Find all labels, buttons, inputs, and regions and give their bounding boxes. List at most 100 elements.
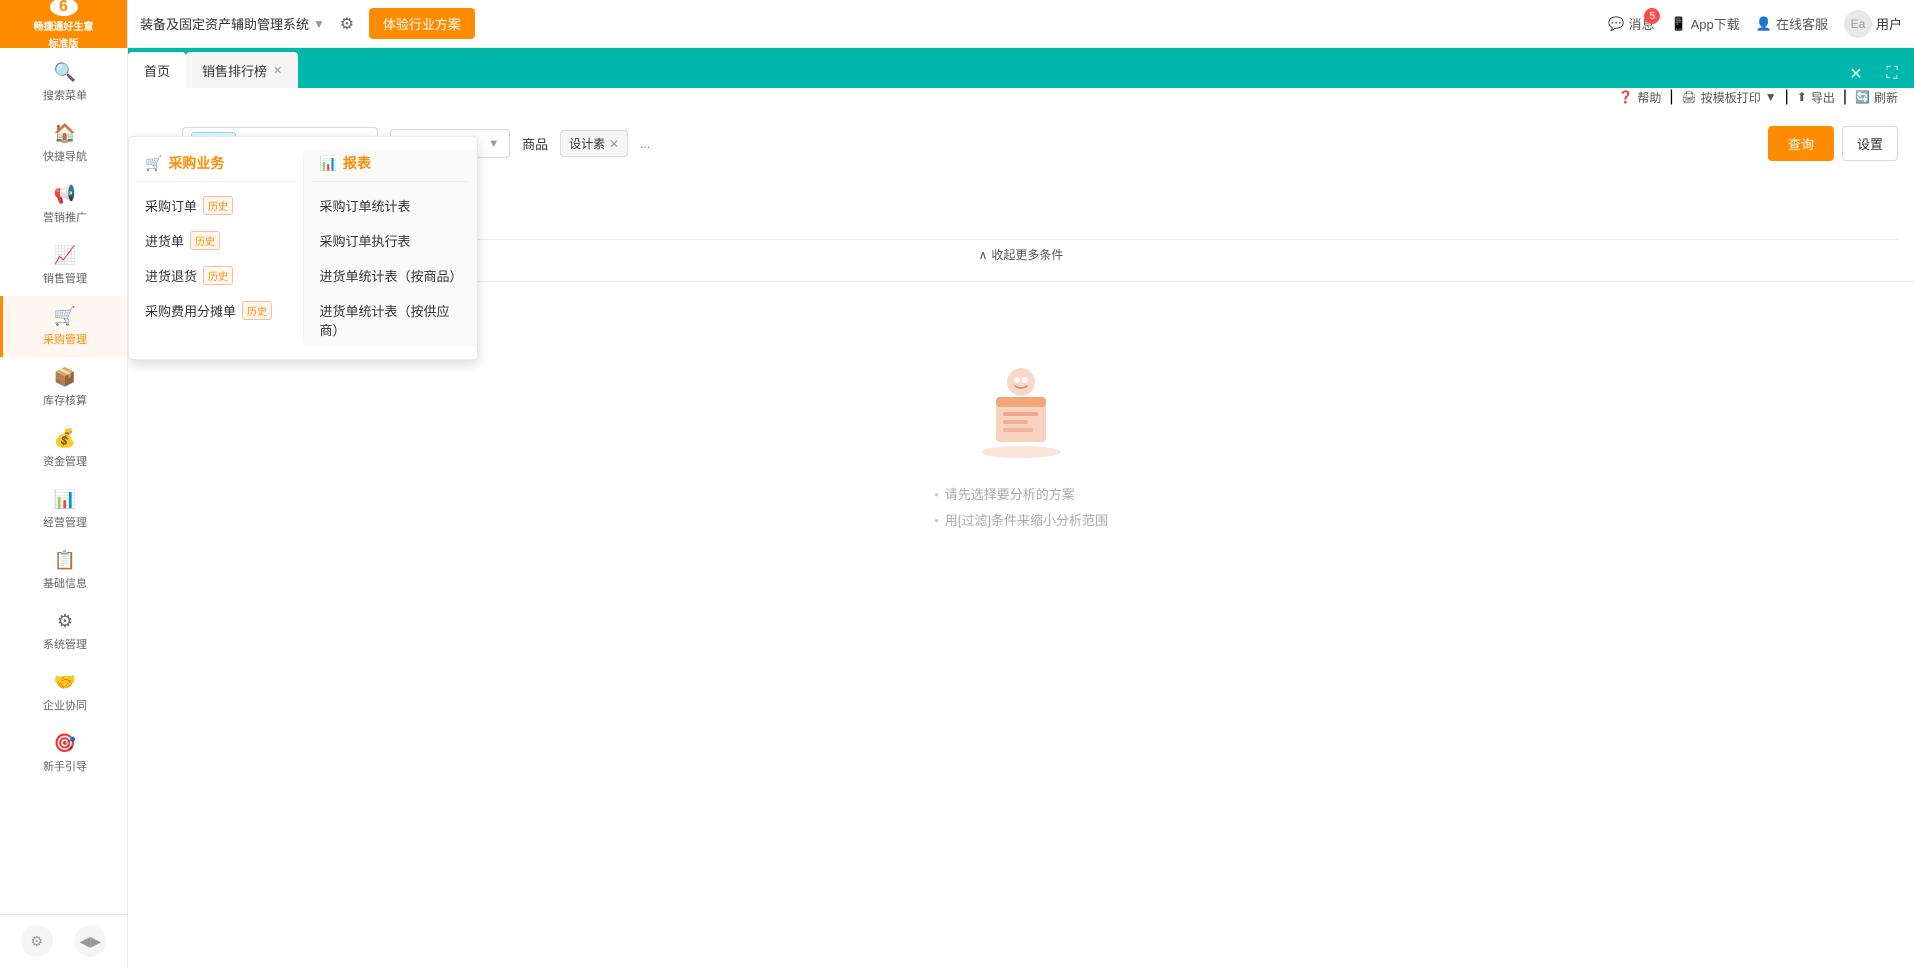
- marketing-icon: 📢: [54, 184, 76, 205]
- sidebar-item-search[interactable]: 🔍 搜索菜单: [0, 52, 127, 113]
- sidebar-item-label: 快捷导航: [43, 148, 87, 164]
- search-icon: 🔍: [54, 62, 76, 83]
- sidebar-item-sales[interactable]: 📈 销售管理: [0, 235, 127, 296]
- print-btn[interactable]: 🖨 按模板打印 ▼: [1682, 89, 1777, 106]
- help-btn[interactable]: ❓ 帮助: [1618, 89, 1661, 106]
- tab-close-all-btn[interactable]: ✕: [1842, 60, 1870, 88]
- dropdown-report-col: 📊 报表 采购订单统计表 采购订单执行表 进货单统计表（按商品） 进货单统计表（…: [304, 149, 478, 347]
- print-icon: 🖨: [1682, 90, 1697, 104]
- dropdown-item-label: 采购费用分摊单: [145, 301, 236, 320]
- app-download-label: App下载: [1691, 14, 1740, 33]
- dropdown-item-report-2[interactable]: 采购订单执行表: [312, 223, 470, 258]
- dropdown-item-goods-return[interactable]: 进货退货 历史: [137, 258, 295, 293]
- dropdown-item-label: 进货单统计表（按商品）: [320, 266, 462, 285]
- tab-expand-btn[interactable]: ⛶: [1878, 60, 1906, 88]
- history-badge: 历史: [203, 266, 233, 285]
- sidebar-item-base[interactable]: 📋 基础信息: [0, 540, 127, 601]
- tab-bar-right: ✕ ⛶: [1842, 60, 1914, 88]
- logo-brand: 畅捷通好生意: [34, 18, 94, 33]
- sales-icon: 📈: [54, 245, 76, 266]
- sidebar-item-inventory[interactable]: 📦 库存核算: [0, 357, 127, 418]
- topbar-gear-btn[interactable]: ⚙: [333, 10, 361, 38]
- base-icon: 📋: [54, 550, 76, 571]
- sidebar-item-nav[interactable]: 🏠 快捷导航: [0, 113, 127, 174]
- dropdown-item-report-3[interactable]: 进货单统计表（按商品）: [312, 258, 470, 293]
- dropdown-item-label: 进货退货: [145, 266, 197, 285]
- message-btn[interactable]: 💬 消息 5: [1608, 14, 1654, 33]
- topbar-right: 💬 消息 5 📱 App下载 👤 在线客服 Ea 用户: [1608, 10, 1902, 38]
- goods-tag-remove[interactable]: ✕: [609, 137, 619, 151]
- sidebar-item-marketing[interactable]: 📢 营销推广: [0, 174, 127, 235]
- purchase-dropdown-menu: 🛒 采购业务 采购订单 历史 进货单 历史 进货退货 历史 采购费用分摊单: [128, 136, 478, 360]
- tab-close-icon[interactable]: ✕: [273, 64, 282, 77]
- sidebar-item-label: 销售管理: [43, 270, 87, 286]
- refresh-btn[interactable]: 🔄 刷新: [1855, 89, 1898, 106]
- dropdown-business-col: 🛒 采购业务 采购订单 历史 进货单 历史 进货退货 历史 采购费用分摊单: [129, 149, 303, 347]
- industry-btn[interactable]: 体验行业方案: [369, 8, 475, 39]
- user-name: 用户: [1876, 14, 1902, 33]
- empty-tip-1: 请先选择要分析的方案: [934, 482, 1108, 508]
- collapse-label: 收起更多条件: [991, 246, 1063, 263]
- dropdown-item-label: 采购订单统计表: [320, 196, 411, 215]
- sidebar-item-label: 资金管理: [43, 453, 87, 469]
- sidebar-bottom: ⚙ ◀▶: [0, 914, 127, 967]
- sidebar-item-finance[interactable]: 💰 资金管理: [0, 418, 127, 479]
- app-download-btn[interactable]: 📱 App下载: [1670, 14, 1739, 33]
- dropdown-item-label: 进货单统计表（按供应商）: [320, 301, 462, 339]
- sidebar-item-label: 营销推广: [43, 209, 87, 225]
- sidebar-item-system[interactable]: ⚙ 系统管理: [0, 601, 127, 662]
- export-icon: ⬆: [1797, 90, 1807, 104]
- filter-toolbar: ❓ 帮助 | 🖨 按模板打印 ▼ | ⬆ 导出 | 🔄 刷新: [128, 88, 1914, 114]
- logo-icon: 6: [50, 0, 78, 16]
- system-icon: ⚙: [57, 611, 73, 632]
- tab-sales-ranking-label: 销售排行榜: [202, 61, 267, 80]
- home-icon: 🏠: [54, 123, 76, 144]
- sidebar: 6 畅捷通好生意 标准版 🔍 搜索菜单 🏠 快捷导航 📢 营销推广 📈 销售管理…: [0, 0, 128, 967]
- dropdown-item-purchase-order[interactable]: 采购订单 历史: [137, 188, 295, 223]
- online-service-btn[interactable]: 👤 在线客服: [1756, 14, 1828, 33]
- query-btn[interactable]: 查询: [1768, 126, 1834, 161]
- empty-tip-2: 用[过滤]条件来缩小分析范围: [934, 508, 1108, 534]
- business-title-text: 采购业务: [168, 153, 224, 173]
- topbar-title-dropdown[interactable]: 装备及固定资产辅助管理系统 ▼: [140, 14, 325, 33]
- dropdown-report-title: 📊 报表: [312, 149, 470, 182]
- dropdown-item-purchase-expense[interactable]: 采购费用分摊单 历史: [137, 293, 295, 328]
- goods-tag-text: 设计素: [569, 135, 605, 152]
- sidebar-item-label: 经营管理: [43, 514, 87, 530]
- tab-sales-ranking[interactable]: 销售排行榜 ✕: [186, 52, 298, 88]
- sidebar-item-label: 库存核算: [43, 392, 87, 408]
- set-btn[interactable]: 设置: [1842, 126, 1898, 161]
- refresh-icon: 🔄: [1855, 90, 1870, 104]
- sidebar-item-enterprise[interactable]: 🤝 企业协同: [0, 662, 127, 723]
- sidebar-item-guide[interactable]: 🎯 新手引导: [0, 723, 127, 784]
- user-menu[interactable]: Ea 用户: [1844, 10, 1902, 38]
- separator2: |: [1785, 88, 1789, 106]
- message-icon: 💬: [1608, 16, 1624, 32]
- sidebar-item-operations[interactable]: 📊 经营管理: [0, 479, 127, 540]
- online-service-label: 在线客服: [1776, 14, 1828, 33]
- sidebar-item-purchase[interactable]: 🛒 采购管理: [0, 296, 127, 357]
- tab-bar: 首页 销售排行榜 ✕ ✕ ⛶: [128, 48, 1914, 88]
- sidebar-collapse-btn[interactable]: ◀▶: [74, 925, 106, 957]
- topbar-title-text: 装备及固定资产辅助管理系统: [140, 14, 309, 33]
- sidebar-item-label: 企业协同: [43, 697, 87, 713]
- inventory-icon: 📦: [54, 367, 76, 388]
- dropdown-item-report-1[interactable]: 采购订单统计表: [312, 188, 470, 223]
- sidebar-item-label: 系统管理: [43, 636, 87, 652]
- tab-home-label: 首页: [144, 61, 170, 80]
- topbar: 装备及固定资产辅助管理系统 ▼ ⚙ 体验行业方案 💬 消息 5 📱 App下载 …: [128, 0, 1914, 48]
- tab-home[interactable]: 首页: [128, 52, 186, 88]
- export-btn[interactable]: ⬆ 导出: [1797, 89, 1835, 106]
- main-area: 装备及固定资产辅助管理系统 ▼ ⚙ 体验行业方案 💬 消息 5 📱 App下载 …: [128, 0, 1914, 967]
- sidebar-item-label: 新手引导: [43, 758, 87, 774]
- message-badge: 5: [1644, 8, 1660, 24]
- goods-more-btn[interactable]: ...: [640, 137, 650, 151]
- service-icon: 👤: [1756, 16, 1772, 32]
- operations-icon: 📊: [54, 489, 76, 510]
- sidebar-settings-btn[interactable]: ⚙: [21, 925, 53, 957]
- dropdown-item-report-4[interactable]: 进货单统计表（按供应商）: [312, 293, 470, 347]
- sidebar-nav: 🔍 搜索菜单 🏠 快捷导航 📢 营销推广 📈 销售管理 🛒 采购管理 📦 库存核…: [0, 48, 127, 914]
- separator3: |: [1843, 88, 1847, 106]
- history-badge: 历史: [242, 301, 272, 320]
- dropdown-item-goods-in[interactable]: 进货单 历史: [137, 223, 295, 258]
